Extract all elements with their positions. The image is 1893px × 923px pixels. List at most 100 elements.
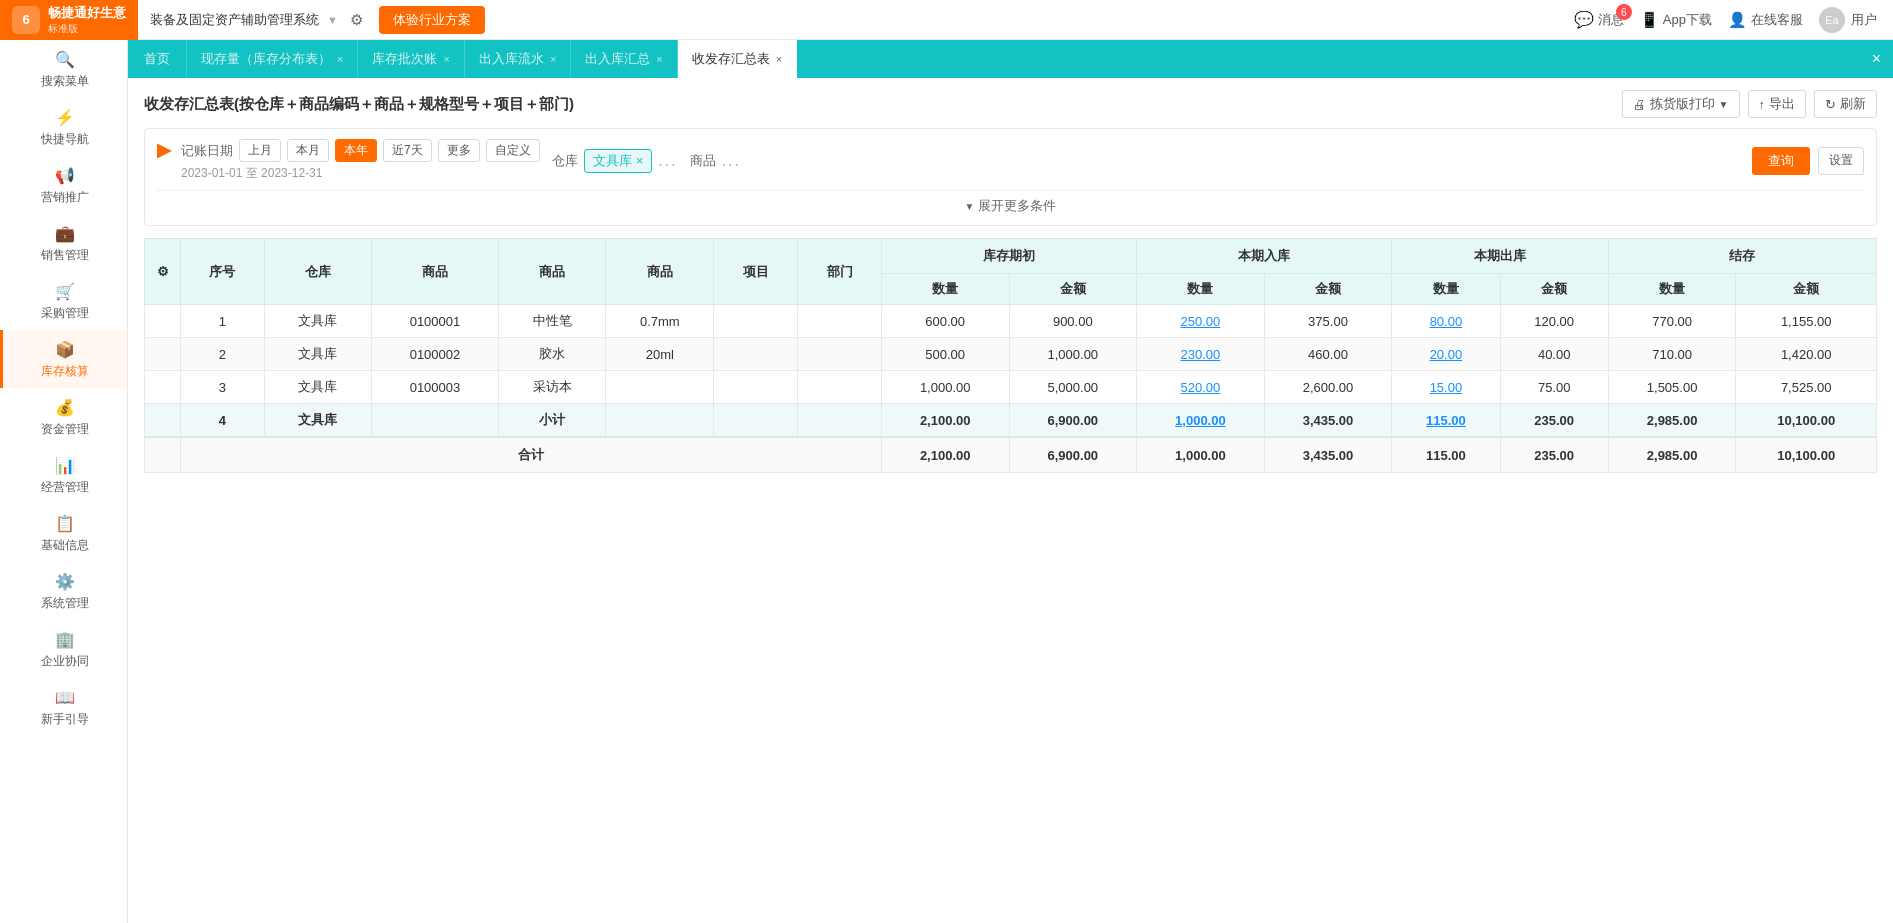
- sidebar-label-system: 系统管理: [41, 595, 89, 612]
- tab-batch-label: 库存批次账: [372, 50, 437, 68]
- row-opening-amount: 5,000.00: [1009, 371, 1137, 404]
- sidebar-item-purchase[interactable]: 🛒 采购管理: [0, 272, 127, 330]
- tab-receive-send[interactable]: 收发存汇总表 ×: [678, 40, 797, 78]
- logo-text: 畅捷通好生意 标准版: [48, 4, 126, 36]
- row-product-spec: 20ml: [606, 338, 714, 371]
- filter-collapse-arrow[interactable]: ▶: [157, 141, 171, 159]
- col-project-header: 项目: [714, 239, 798, 305]
- sidebar-item-system[interactable]: ⚙️ 系统管理: [0, 562, 127, 620]
- sidebar-label-marketing: 营销推广: [41, 189, 89, 206]
- row-product-name: 胶水: [499, 338, 606, 371]
- sidebar-item-operations[interactable]: 📊 经营管理: [0, 446, 127, 504]
- row-in-qty[interactable]: 230.00: [1137, 338, 1265, 371]
- settings-gear-icon[interactable]: ⚙: [350, 11, 363, 29]
- row-out-qty[interactable]: 20.00: [1392, 338, 1500, 371]
- tab-summary-label: 出入库汇总: [585, 50, 650, 68]
- warehouse-filter-dots[interactable]: ...: [658, 152, 677, 170]
- goods-filter-dots[interactable]: ...: [722, 152, 741, 170]
- total-closing-amount: 10,100.00: [1736, 437, 1877, 473]
- col-closing-qty: 数量: [1608, 274, 1736, 305]
- sidebar-item-inventory[interactable]: 📦 库存核算: [0, 330, 127, 388]
- sidebar-item-marketing[interactable]: 📢 营销推广: [0, 156, 127, 214]
- date-btn-custom[interactable]: 自定义: [486, 139, 540, 162]
- row-in-qty[interactable]: 520.00: [1137, 371, 1265, 404]
- row-project: [714, 338, 798, 371]
- refresh-button[interactable]: ↻ 刷新: [1814, 90, 1877, 118]
- message-badge: 6: [1616, 4, 1632, 20]
- trial-button[interactable]: 体验行业方案: [379, 6, 485, 34]
- sidebar-item-quicknav[interactable]: ⚡ 快捷导航: [0, 98, 127, 156]
- date-btn-this-year[interactable]: 本年: [335, 139, 377, 162]
- row-out-amount: 235.00: [1500, 404, 1608, 438]
- sidebar-item-cooperation[interactable]: 🏢 企业协同: [0, 620, 127, 678]
- row-opening-qty: 1,000.00: [881, 371, 1009, 404]
- sidebar-label-quicknav: 快捷导航: [41, 131, 89, 148]
- app-download-button[interactable]: 📱 App下载: [1640, 11, 1712, 29]
- tab-flow-close[interactable]: ×: [550, 53, 556, 65]
- row-product-spec: [606, 371, 714, 404]
- setting-button[interactable]: 设置: [1818, 147, 1864, 175]
- tab-batch[interactable]: 库存批次账 ×: [358, 40, 464, 78]
- total-row: 合计 2,100.00 6,900.00 1,000.00 3,435.00 1…: [145, 437, 1877, 473]
- row-seq: 3: [181, 371, 265, 404]
- date-btn-more[interactable]: 更多: [438, 139, 480, 162]
- row-out-qty[interactable]: 115.00: [1392, 404, 1500, 438]
- tab-batch-close[interactable]: ×: [443, 53, 449, 65]
- row-in-amount: 375.00: [1264, 305, 1392, 338]
- col-in-header: 本期入库: [1137, 239, 1392, 274]
- row-warehouse: 文具库: [264, 338, 371, 371]
- row-out-qty[interactable]: 80.00: [1392, 305, 1500, 338]
- sidebar-item-sales[interactable]: 💼 销售管理: [0, 214, 127, 272]
- tab-summary-close[interactable]: ×: [656, 53, 662, 65]
- tab-receive-send-close[interactable]: ×: [776, 53, 782, 65]
- export-button[interactable]: ↑ 导出: [1748, 90, 1807, 118]
- tab-home[interactable]: 首页: [128, 40, 187, 78]
- warehouse-tag[interactable]: 文具库 ×: [584, 149, 653, 173]
- table-row: 3 文具库 0100003 采访本 1,000.00 5,000.00 520.…: [145, 371, 1877, 404]
- tab-summary[interactable]: 出入库汇总 ×: [571, 40, 677, 78]
- online-service-label: 在线客服: [1751, 11, 1803, 29]
- tab-inventory-distribution[interactable]: 现存量（库存分布表） ×: [187, 40, 358, 78]
- logo-area: 6 畅捷通好生意 标准版: [0, 0, 138, 40]
- user-area[interactable]: Ea 用户: [1819, 7, 1877, 33]
- message-icon: 💬: [1574, 10, 1594, 29]
- col-department-header: 部门: [798, 239, 882, 305]
- date-btn-7days[interactable]: 近7天: [383, 139, 432, 162]
- row-product-name: 小计: [499, 404, 606, 438]
- print-button[interactable]: 🖨 拣货版打印 ▼: [1622, 90, 1740, 118]
- warehouse-tag-remove[interactable]: ×: [636, 153, 644, 168]
- sidebar-item-guide[interactable]: 📖 新手引导: [0, 678, 127, 736]
- col-settings-header[interactable]: ⚙: [145, 239, 181, 305]
- tab-flow[interactable]: 出入库流水 ×: [465, 40, 571, 78]
- user-avatar: Ea: [1819, 7, 1845, 33]
- print-label: 拣货版打印: [1650, 95, 1715, 113]
- sidebar-item-basicinfo[interactable]: 📋 基础信息: [0, 504, 127, 562]
- tab-inventory-distribution-close[interactable]: ×: [337, 53, 343, 65]
- message-button[interactable]: 💬 消息 6: [1574, 10, 1624, 29]
- tab-close-all[interactable]: ×: [1860, 50, 1893, 68]
- date-btn-this-month[interactable]: 本月: [287, 139, 329, 162]
- row-project: [714, 305, 798, 338]
- row-warehouse: 文具库: [264, 371, 371, 404]
- row-settings-cell: [145, 371, 181, 404]
- row-opening-amount: 6,900.00: [1009, 404, 1137, 438]
- print-icon: 🖨: [1633, 97, 1646, 112]
- sidebar-label-finance: 资金管理: [41, 421, 89, 438]
- sidebar-item-finance[interactable]: 💰 资金管理: [0, 388, 127, 446]
- purchase-icon: 🛒: [55, 282, 75, 301]
- row-in-qty[interactable]: 250.00: [1137, 305, 1265, 338]
- sidebar-item-search[interactable]: 🔍 搜索菜单: [0, 40, 127, 98]
- query-button[interactable]: 查询: [1752, 147, 1810, 175]
- row-out-qty[interactable]: 15.00: [1392, 371, 1500, 404]
- system-icon: ⚙️: [55, 572, 75, 591]
- expand-more-conditions[interactable]: ▼ 展开更多条件: [157, 190, 1864, 215]
- guide-icon: 📖: [55, 688, 75, 707]
- row-in-qty[interactable]: 1,000.00: [1137, 404, 1265, 438]
- date-btn-last-month[interactable]: 上月: [239, 139, 281, 162]
- sidebar-label-sales: 销售管理: [41, 247, 89, 264]
- table-settings-icon[interactable]: ⚙: [157, 264, 169, 279]
- row-warehouse: 文具库: [264, 404, 371, 438]
- online-service-button[interactable]: 👤 在线客服: [1728, 11, 1803, 29]
- row-opening-qty: 600.00: [881, 305, 1009, 338]
- col-product-spec-header: 商品: [606, 239, 714, 305]
